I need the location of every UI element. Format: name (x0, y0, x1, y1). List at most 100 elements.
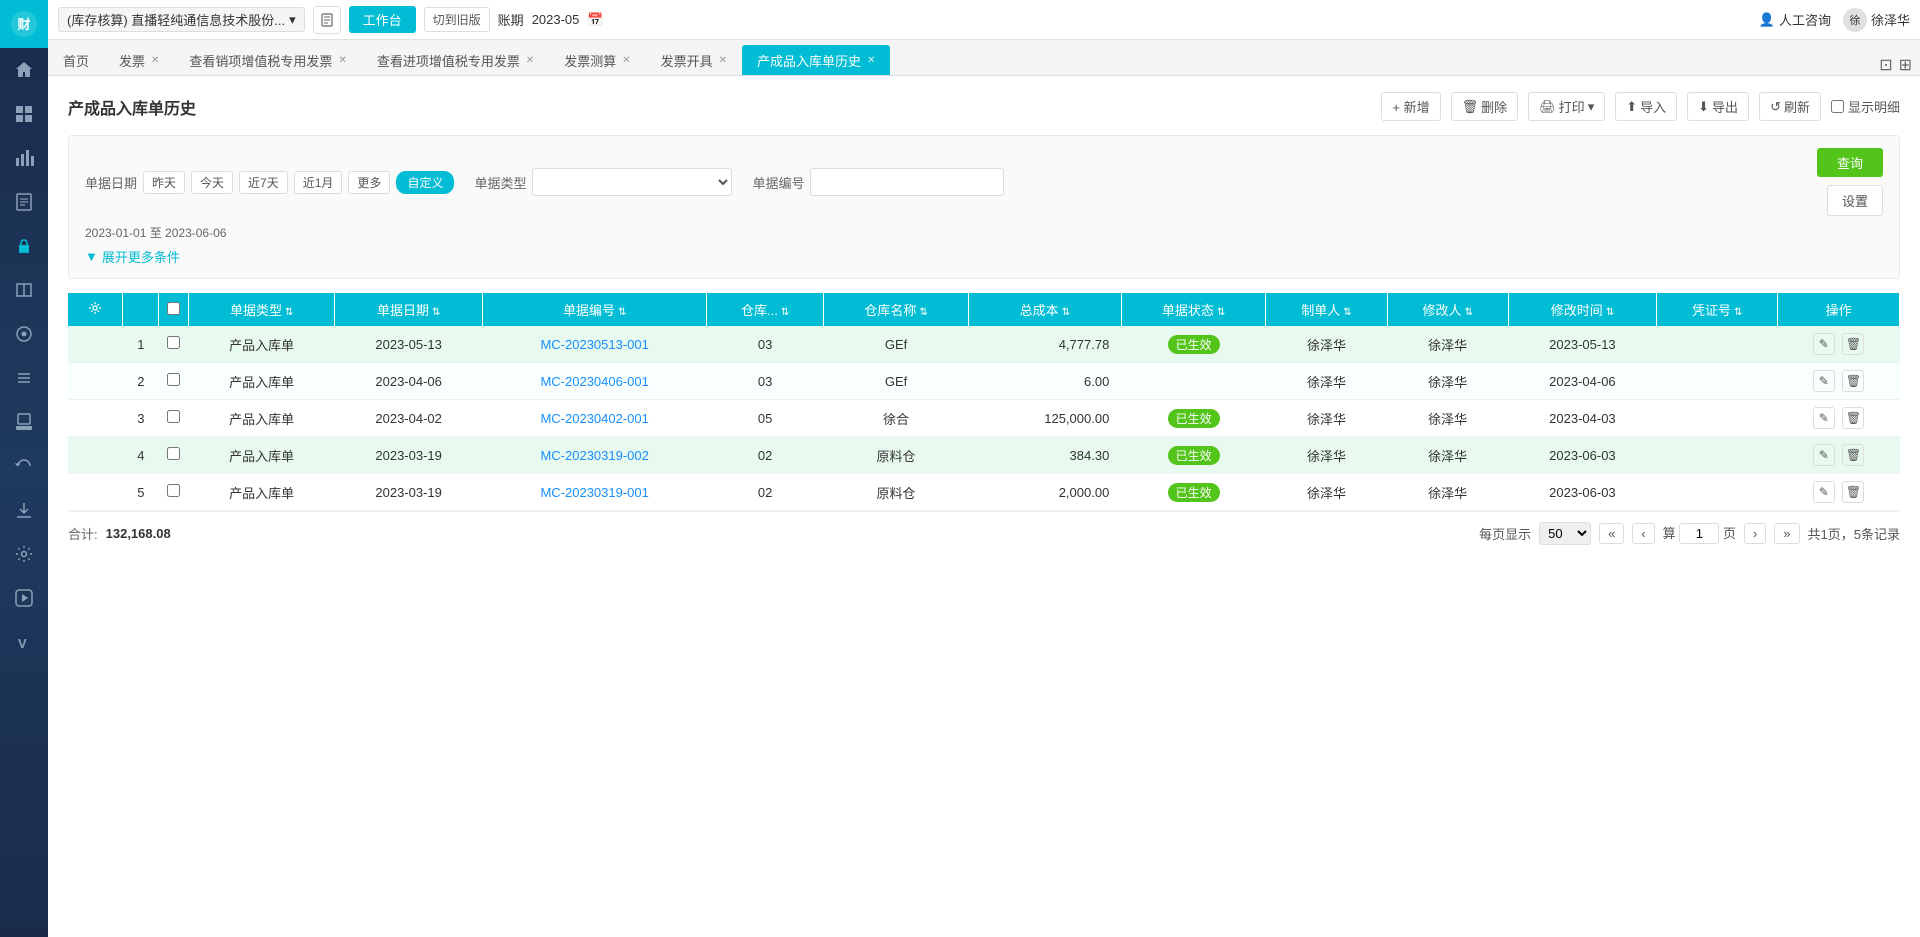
tab-check-in-close[interactable]: ✕ (526, 55, 534, 66)
row-checkbox[interactable] (159, 474, 189, 511)
row-checkbox[interactable] (159, 363, 189, 400)
sidebar-item-v[interactable]: V (0, 620, 48, 664)
company-selector[interactable]: (库存核算) 直播轻纯通信息技术股份... ▾ (58, 7, 305, 32)
trash-icon[interactable]: 🗑 (1842, 444, 1864, 466)
row-select-checkbox[interactable] (167, 484, 180, 497)
th-modifier[interactable]: 修改人⇅ (1387, 293, 1508, 326)
row-code[interactable]: MC-20230319-002 (483, 437, 707, 474)
row-select-checkbox[interactable] (167, 336, 180, 349)
tab-check-out-close[interactable]: ✕ (338, 55, 346, 66)
tab-check-out[interactable]: 查看销项增值税专用发票 ✕ (174, 45, 361, 75)
tab-home[interactable]: 首页 (48, 45, 104, 75)
sidebar-item-tools[interactable] (0, 312, 48, 356)
number-filter-input[interactable] (810, 168, 1004, 196)
tab-calc[interactable]: 发票测算 ✕ (549, 45, 645, 75)
print-button[interactable]: 🖨 打印 ▾ (1528, 92, 1605, 121)
edit-icon[interactable]: ✎ (1813, 407, 1835, 429)
show-detail-input[interactable] (1831, 100, 1844, 113)
tab-history[interactable]: 产成品入库单历史 ✕ (742, 45, 890, 75)
row-checkbox[interactable] (159, 437, 189, 474)
trash-icon[interactable]: 🗑 (1842, 370, 1864, 392)
th-cost[interactable]: 总成本⇅ (968, 293, 1121, 326)
row-checkbox[interactable] (159, 400, 189, 437)
trash-icon[interactable]: 🗑 (1842, 481, 1864, 503)
page-number-input[interactable] (1679, 523, 1719, 544)
workbench-button[interactable]: 工作台 (349, 6, 416, 33)
th-checkbox[interactable] (159, 293, 189, 326)
date-btn-7days[interactable]: 近7天 (239, 171, 288, 194)
th-voucher[interactable]: 凭证号⇅ (1657, 293, 1778, 326)
sidebar-item-stamp[interactable] (0, 400, 48, 444)
tab-open[interactable]: 发票开具 ✕ (646, 45, 742, 75)
sidebar-item-doc[interactable] (0, 180, 48, 224)
row-code[interactable]: MC-20230513-001 (483, 326, 707, 363)
sidebar-item-lock[interactable] (0, 224, 48, 268)
th-creator[interactable]: 制单人⇅ (1266, 293, 1387, 326)
row-select-checkbox[interactable] (167, 410, 180, 423)
sidebar-item-list2[interactable] (0, 356, 48, 400)
calendar-icon[interactable]: 📅 (587, 12, 603, 28)
add-button[interactable]: + 新增 (1381, 92, 1440, 121)
trash-icon[interactable]: 🗑 (1842, 407, 1864, 429)
th-warehouse-code[interactable]: 仓库...⇅ (707, 293, 824, 326)
tab-open-close[interactable]: ✕ (719, 55, 727, 66)
service-btn[interactable]: 👤 人工咨询 (1759, 10, 1831, 29)
row-select-checkbox[interactable] (167, 447, 180, 460)
sidebar-item-settings[interactable] (0, 532, 48, 576)
setting-button[interactable]: 设置 (1827, 185, 1883, 216)
th-type[interactable]: 单据类型⇅ (189, 293, 335, 326)
user-menu[interactable]: 徐 徐泽华 (1843, 8, 1910, 32)
th-code[interactable]: 单据编号⇅ (483, 293, 707, 326)
row-code[interactable]: MC-20230406-001 (483, 363, 707, 400)
sidebar-item-cycle[interactable] (0, 444, 48, 488)
expand-more-btn[interactable]: ▼ 展开更多条件 (85, 247, 1883, 266)
refresh-button[interactable]: ↺ 刷新 (1759, 92, 1821, 121)
import-button[interactable]: ⬆ 导入 (1615, 92, 1677, 121)
sidebar-item-play[interactable] (0, 576, 48, 620)
prev-page-btn[interactable]: ‹ (1632, 523, 1654, 544)
per-page-select[interactable]: 50 100 (1539, 522, 1591, 545)
last-page-btn[interactable]: » (1774, 523, 1799, 544)
th-warehouse-name[interactable]: 仓库名称⇅ (824, 293, 969, 326)
th-modify-time[interactable]: 修改时间⇅ (1508, 293, 1656, 326)
tab-restore-btn[interactable]: ⊡ (1879, 55, 1892, 75)
next-page-btn[interactable]: › (1744, 523, 1766, 544)
query-button[interactable]: 查询 (1817, 148, 1883, 177)
date-btn-1month[interactable]: 近1月 (294, 171, 343, 194)
tab-expand-btn[interactable]: ⊞ (1899, 55, 1912, 75)
tab-calc-close[interactable]: ✕ (622, 55, 630, 66)
edit-icon[interactable]: ✎ (1813, 370, 1835, 392)
sidebar-item-home[interactable] (0, 48, 48, 92)
row-code[interactable]: MC-20230319-001 (483, 474, 707, 511)
date-btn-custom[interactable]: 自定义 (396, 171, 454, 194)
tab-check-in[interactable]: 查看进项增值税专用发票 ✕ (362, 45, 549, 75)
row-checkbox[interactable] (159, 326, 189, 363)
date-btn-more[interactable]: 更多 (348, 171, 390, 194)
th-date[interactable]: 单据日期⇅ (334, 293, 482, 326)
switch-old-btn[interactable]: 切到旧版 (424, 7, 490, 32)
trash-icon[interactable]: 🗑 (1842, 333, 1864, 355)
edit-icon[interactable]: ✎ (1813, 333, 1835, 355)
select-all-checkbox[interactable] (167, 302, 180, 315)
sidebar-item-download[interactable] (0, 488, 48, 532)
sidebar-item-chart[interactable] (0, 136, 48, 180)
edit-icon[interactable]: ✎ (1813, 444, 1835, 466)
delete-button[interactable]: 🗑 删除 (1451, 92, 1519, 121)
show-detail-checkbox[interactable]: 显示明细 (1831, 97, 1900, 116)
export-button[interactable]: ⬇ 导出 (1687, 92, 1749, 121)
tab-history-close[interactable]: ✕ (867, 55, 875, 66)
first-page-btn[interactable]: « (1599, 523, 1624, 544)
tab-invoice[interactable]: 发票 ✕ (104, 45, 174, 75)
doc-icon-btn[interactable] (313, 6, 341, 34)
row-code[interactable]: MC-20230402-001 (483, 400, 707, 437)
sidebar-item-book[interactable] (0, 268, 48, 312)
type-filter-select[interactable] (532, 168, 732, 196)
row-select-checkbox[interactable] (167, 373, 180, 386)
th-settings[interactable] (68, 293, 123, 326)
date-btn-today[interactable]: 今天 (191, 171, 233, 194)
sidebar-item-grid[interactable] (0, 92, 48, 136)
date-btn-yesterday[interactable]: 昨天 (143, 171, 185, 194)
th-status[interactable]: 单据状态⇅ (1121, 293, 1266, 326)
edit-icon[interactable]: ✎ (1813, 481, 1835, 503)
tab-invoice-close[interactable]: ✕ (151, 55, 159, 66)
